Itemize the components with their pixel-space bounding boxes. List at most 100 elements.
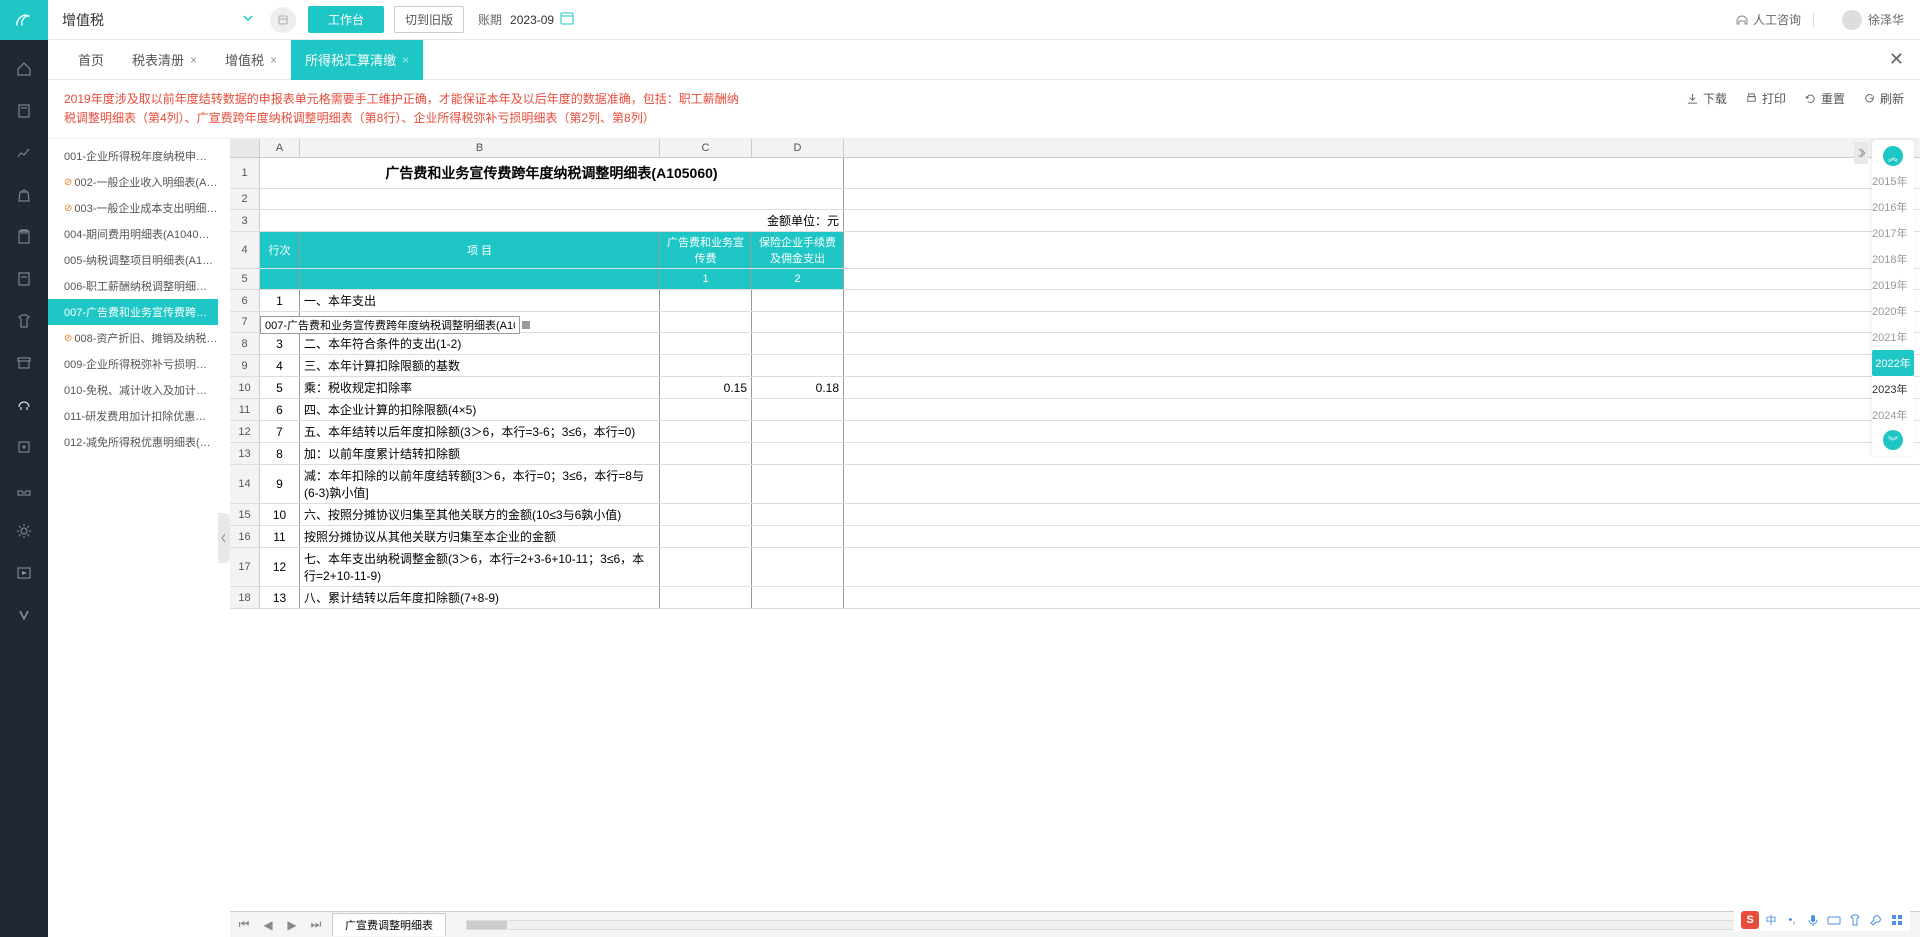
form-list-item[interactable]: ⊘003-一般企业成本支出明细…	[48, 195, 218, 221]
nav-chart-icon[interactable]	[10, 139, 38, 167]
cell-value-c[interactable]	[660, 504, 752, 525]
ime-punct-icon[interactable]: •,	[1783, 911, 1801, 929]
year-scroll-down-icon[interactable]: ︾	[1883, 430, 1903, 450]
row-header[interactable]: 4	[230, 232, 260, 268]
cell-value-c[interactable]	[660, 465, 752, 503]
nav-archive-icon[interactable]	[10, 349, 38, 377]
cell-value-c[interactable]	[660, 548, 752, 586]
year-item[interactable]: 2019年	[1872, 272, 1914, 298]
cell-project[interactable]: 七、本年支出纳税调整金额(3＞6，本行=2+3-6+10-11；3≤6，本行=2…	[300, 548, 660, 586]
right-panel-toggle[interactable]	[1854, 142, 1868, 164]
cell-value-d[interactable]	[752, 465, 844, 503]
cell-rownum[interactable]: 5	[260, 377, 300, 398]
collapse-handle[interactable]	[218, 513, 230, 563]
cell-value-c[interactable]: 0.15	[660, 377, 752, 398]
cell-value-c[interactable]	[660, 399, 752, 420]
cell-project[interactable]: 二、本年符合条件的支出(1-2)	[300, 333, 660, 354]
cell-value-d[interactable]	[752, 504, 844, 525]
workbench-button[interactable]: 工作台	[308, 6, 384, 33]
cell-value-c[interactable]	[660, 333, 752, 354]
form-list-item[interactable]: 007-广告费和业务宣传费跨…	[48, 299, 218, 325]
nav-calc-icon[interactable]	[10, 265, 38, 293]
nav-settings-icon[interactable]	[10, 517, 38, 545]
form-list-item[interactable]: 001-企业所得税年度纳税申…	[48, 143, 218, 169]
cell-rownum[interactable]: 10	[260, 504, 300, 525]
year-item[interactable]: 2024年	[1872, 402, 1914, 428]
cell-rownum[interactable]: 13	[260, 587, 300, 608]
form-list-item[interactable]: 004-期间费用明细表(A1040…	[48, 221, 218, 247]
tab-item[interactable]: 税表清册×	[118, 40, 211, 80]
cell-rownum[interactable]: 3	[260, 333, 300, 354]
cell-value-c[interactable]	[660, 421, 752, 442]
row-header[interactable]: 6	[230, 290, 260, 311]
col-header-c[interactable]: C	[660, 139, 752, 157]
ime-skin-icon[interactable]	[1846, 911, 1864, 929]
ime-logo-icon[interactable]: S	[1741, 911, 1759, 929]
year-scroll-up-icon[interactable]: ︽	[1883, 146, 1903, 166]
tab-item[interactable]: 所得税汇算清缴×	[291, 40, 423, 80]
cell-value-d[interactable]	[752, 548, 844, 586]
nav-play-icon[interactable]	[10, 559, 38, 587]
row-header[interactable]: 2	[230, 189, 260, 209]
form-list-item[interactable]: ⊘008-资产折旧、摊销及纳税…	[48, 325, 218, 351]
year-item[interactable]: 2018年	[1872, 246, 1914, 272]
row-header[interactable]: 12	[230, 421, 260, 442]
row-header[interactable]: 18	[230, 587, 260, 608]
cell-value-d[interactable]	[752, 355, 844, 376]
row-header[interactable]: 9	[230, 355, 260, 376]
form-list-item[interactable]: 012-减免所得税优惠明细表(…	[48, 429, 218, 455]
cell-rownum[interactable]: 11	[260, 526, 300, 547]
cell-rownum[interactable]: 6	[260, 399, 300, 420]
row-header[interactable]: 16	[230, 526, 260, 547]
download-button[interactable]: 下载	[1686, 90, 1727, 107]
cell-value-d[interactable]	[752, 333, 844, 354]
nav-clipboard-icon[interactable]	[10, 223, 38, 251]
nav-active-icon[interactable]	[10, 391, 38, 419]
row-header[interactable]: 17	[230, 548, 260, 586]
row-header[interactable]: 10	[230, 377, 260, 398]
select-all-corner[interactable]	[230, 139, 260, 157]
row-header[interactable]: 11	[230, 399, 260, 420]
cell-value-d[interactable]	[752, 587, 844, 608]
row-header[interactable]: 5	[230, 269, 260, 289]
nav-transfer-icon[interactable]	[10, 433, 38, 461]
app-logo[interactable]	[0, 0, 48, 40]
form-list-item[interactable]: 005-纳税调整项目明细表(A1…	[48, 247, 218, 273]
cell-rownum[interactable]: 8	[260, 443, 300, 464]
cell-project[interactable]: 乘：税收规定扣除率	[300, 377, 660, 398]
cell-project[interactable]: 六、按照分摊协议归集至其他关联方的金额(10≤3与6孰小值)	[300, 504, 660, 525]
cell-project[interactable]: 一、本年支出	[300, 290, 660, 311]
sheet-nav-first-icon[interactable]: ⏮	[234, 915, 254, 935]
sheet-nav-prev-icon[interactable]: ◀	[258, 915, 278, 935]
cell-value-d[interactable]	[752, 399, 844, 420]
nav-inbox-icon[interactable]	[10, 475, 38, 503]
cell-rownum[interactable]: 4	[260, 355, 300, 376]
cell[interactable]	[260, 189, 844, 209]
cell-value-c[interactable]	[660, 587, 752, 608]
ime-keyboard-icon[interactable]	[1825, 911, 1843, 929]
cell-editor-handle[interactable]	[522, 321, 530, 329]
col-header-d[interactable]: D	[752, 139, 844, 157]
year-item[interactable]: 2015年	[1872, 168, 1914, 194]
user-menu[interactable]: 徐泽华	[1830, 10, 1904, 30]
row-header[interactable]: 14	[230, 465, 260, 503]
cell-value-d[interactable]	[752, 443, 844, 464]
nav-home-icon[interactable]	[10, 55, 38, 83]
horizontal-scrollbar[interactable]	[466, 920, 1910, 930]
row-header[interactable]: 8	[230, 333, 260, 354]
cell-rownum[interactable]: 12	[260, 548, 300, 586]
tab-close-icon[interactable]: ×	[270, 53, 277, 67]
calendar-icon[interactable]	[560, 11, 574, 28]
cell-project[interactable]: 八、累计结转以后年度扣除额(7+8-9)	[300, 587, 660, 608]
nav-v-icon[interactable]	[10, 601, 38, 629]
cell-editor-input[interactable]	[260, 316, 520, 334]
row-header[interactable]: 1	[230, 158, 260, 188]
help-link[interactable]: 人工咨询	[1735, 11, 1801, 28]
title-dropdown[interactable]	[242, 12, 254, 27]
cell-value-c[interactable]	[660, 312, 752, 332]
sheet-nav-last-icon[interactable]: ⏭	[306, 915, 326, 935]
sheet-tab[interactable]: 广宣费调整明细表	[332, 913, 446, 936]
cell-value-c[interactable]	[660, 355, 752, 376]
col-header-b[interactable]: B	[300, 139, 660, 157]
nav-doc-icon[interactable]	[10, 97, 38, 125]
